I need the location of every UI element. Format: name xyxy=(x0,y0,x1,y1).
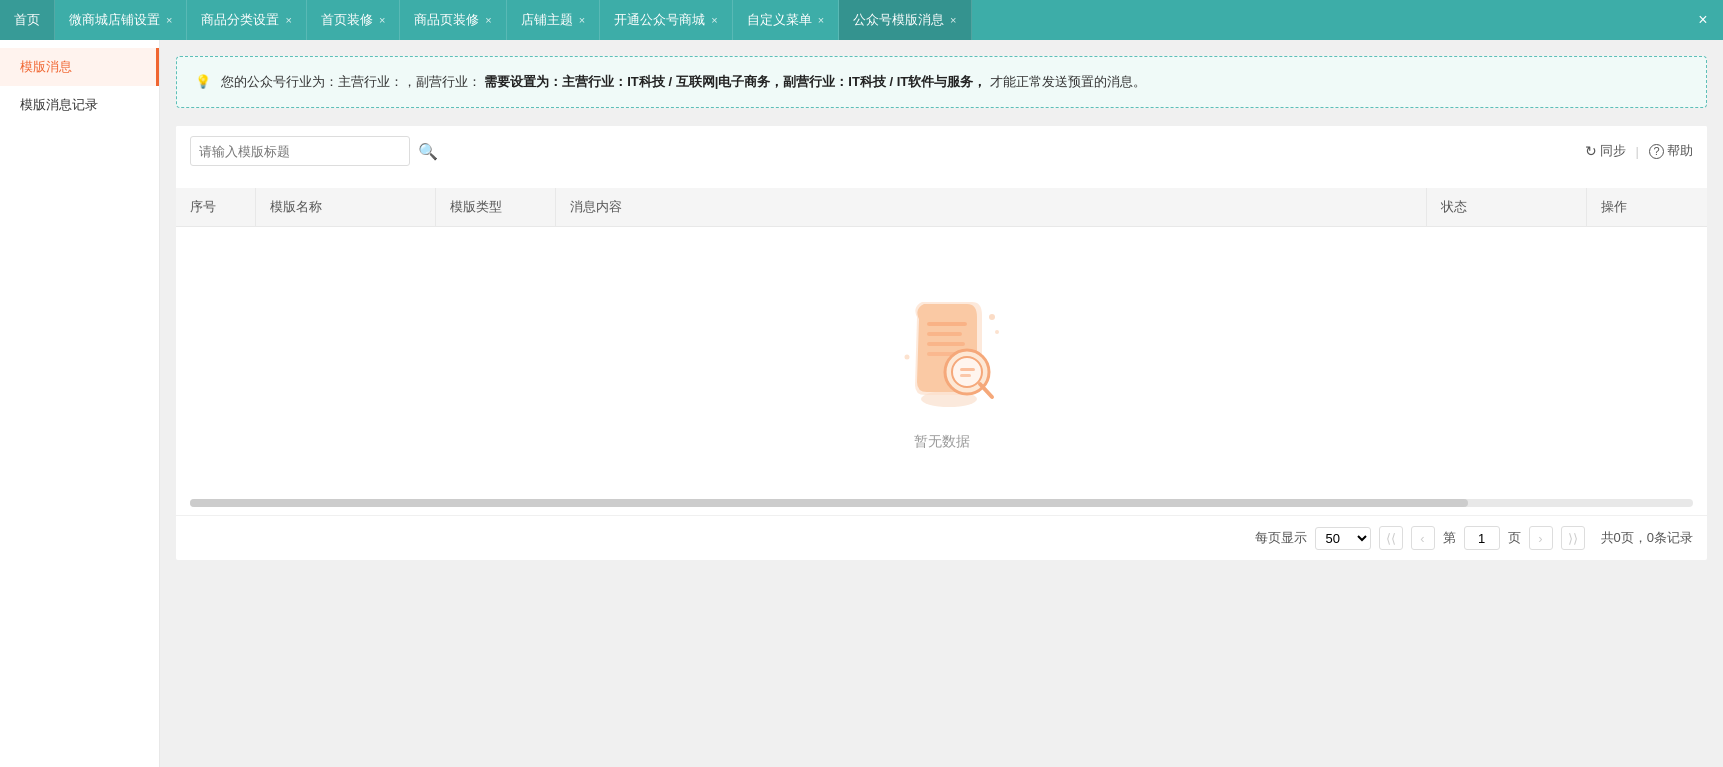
search-right: ↻ 同步 | ? 帮助 xyxy=(1585,142,1693,160)
close-icon[interactable]: × xyxy=(818,14,824,26)
nav-tab-openstore-label: 开通公众号商城 xyxy=(614,11,705,29)
alert-icon: 💡 xyxy=(195,74,211,89)
sync-icon: ↻ xyxy=(1585,143,1597,159)
nav-tab-productpage[interactable]: 商品页装修 × xyxy=(400,0,506,40)
close-icon[interactable]: × xyxy=(711,14,717,26)
svg-rect-2 xyxy=(927,332,962,336)
page-size-select[interactable]: 50 20 100 xyxy=(1315,527,1371,550)
nav-tab-weshop-label: 微商城店铺设置 xyxy=(69,11,160,29)
alert-box: 💡 您的公众号行业为：主营行业：，副营行业： 需要设置为：主营行业：IT科技 /… xyxy=(176,56,1707,108)
alert-suffix: 才能正常发送预置的消息。 xyxy=(990,74,1146,89)
nav-tab-homepage[interactable]: 首页装修 × xyxy=(307,0,400,40)
pagination: 每页显示 50 20 100 ⟨⟨ ‹ 第 页 › ⟩⟩ 共0页，0条记录 xyxy=(176,515,1707,560)
alert-prefix: 您的公众号行业为：主营行业：，副营行业： xyxy=(221,74,481,89)
close-icon[interactable]: × xyxy=(285,14,291,26)
svg-rect-3 xyxy=(927,342,965,346)
search-icon: 🔍 xyxy=(418,143,438,160)
next-page-button[interactable]: › xyxy=(1529,526,1553,550)
alert-highlight: 需要设置为：主营行业：IT科技 / 互联网|电子商务，副营行业：IT科技 / I… xyxy=(484,74,986,89)
nav-tab-category[interactable]: 商品分类设置 × xyxy=(187,0,306,40)
nav-tab-category-label: 商品分类设置 xyxy=(201,11,279,29)
per-page-label: 每页显示 xyxy=(1255,529,1307,547)
nav-tab-custommenu[interactable]: 自定义菜单 × xyxy=(733,0,839,40)
nav-tab-shoptheme[interactable]: 店铺主题 × xyxy=(507,0,600,40)
nav-tab-shoptheme-label: 店铺主题 xyxy=(521,11,573,29)
nav-tab-custommenu-label: 自定义菜单 xyxy=(747,11,812,29)
sidebar: 模版消息 模版消息记录 xyxy=(0,40,160,767)
nav-tab-templatemsg[interactable]: 公众号模版消息 × xyxy=(839,0,971,40)
close-icon[interactable]: × xyxy=(166,14,172,26)
nav-tab-openstore[interactable]: 开通公众号商城 × xyxy=(600,0,732,40)
empty-illustration xyxy=(877,287,1007,417)
svg-point-10 xyxy=(989,314,995,320)
top-nav: 首页 微商城店铺设置 × 商品分类设置 × 首页装修 × 商品页装修 × 店铺主… xyxy=(0,0,1723,40)
vertical-divider: | xyxy=(1636,144,1639,159)
nav-tab-productpage-label: 商品页装修 xyxy=(414,11,479,29)
scrollbar-track[interactable] xyxy=(190,499,1693,507)
sidebar-item-template-record[interactable]: 模版消息记录 xyxy=(0,86,159,124)
svg-point-6 xyxy=(952,357,982,387)
nav-tab-weshop[interactable]: 微商城店铺设置 × xyxy=(55,0,187,40)
svg-point-11 xyxy=(995,330,999,334)
per-page-dropdown[interactable]: 50 20 100 xyxy=(1315,527,1371,550)
main-layout: 模版消息 模版消息记录 💡 您的公众号行业为：主营行业：，副营行业： 需要设置为… xyxy=(0,40,1723,767)
sidebar-item-template-msg-label: 模版消息 xyxy=(20,59,72,74)
sync-label: 同步 xyxy=(1600,142,1626,160)
scrollbar-thumb[interactable] xyxy=(190,499,1468,507)
nav-tab-templatemsg-label: 公众号模版消息 xyxy=(853,11,944,29)
nav-tab-homepage-label: 首页装修 xyxy=(321,11,373,29)
search-left: 🔍 xyxy=(190,136,438,166)
first-page-button[interactable]: ⟨⟨ xyxy=(1379,526,1403,550)
search-input[interactable] xyxy=(190,136,410,166)
help-label: 帮助 xyxy=(1667,142,1693,160)
sync-button[interactable]: ↻ 同步 xyxy=(1585,142,1626,160)
nav-close-all-button[interactable]: × xyxy=(1683,0,1723,40)
help-icon: ? xyxy=(1649,144,1664,159)
sidebar-item-template-record-label: 模版消息记录 xyxy=(20,97,98,112)
empty-state: 暂无数据 xyxy=(176,227,1707,491)
table-header: 序号 模版名称 模版类型 消息内容 状态 操作 xyxy=(176,188,1707,227)
th-index: 序号 xyxy=(176,188,256,226)
nav-tab-home[interactable]: 首页 xyxy=(0,0,55,40)
th-action: 操作 xyxy=(1587,188,1707,226)
search-button[interactable]: 🔍 xyxy=(418,142,438,161)
svg-point-12 xyxy=(904,355,909,360)
svg-line-7 xyxy=(980,384,992,397)
svg-rect-8 xyxy=(960,368,975,371)
last-page-button[interactable]: ⟩⟩ xyxy=(1561,526,1585,550)
content-area: 💡 您的公众号行业为：主营行业：，副营行业： 需要设置为：主营行业：IT科技 /… xyxy=(160,40,1723,767)
close-icon[interactable]: × xyxy=(950,14,956,26)
page-label-before: 第 xyxy=(1443,529,1456,547)
prev-page-button[interactable]: ‹ xyxy=(1411,526,1435,550)
page-number-input[interactable] xyxy=(1464,526,1500,550)
th-content: 消息内容 xyxy=(556,188,1427,226)
empty-text: 暂无数据 xyxy=(914,433,970,451)
nav-tab-home-label: 首页 xyxy=(14,11,40,29)
page-label-after: 页 xyxy=(1508,529,1521,547)
close-icon[interactable]: × xyxy=(579,14,585,26)
close-icon[interactable]: × xyxy=(485,14,491,26)
sidebar-item-template-msg[interactable]: 模版消息 xyxy=(0,48,159,86)
scrollbar-area xyxy=(176,499,1707,507)
search-area: 🔍 ↻ 同步 | ? 帮助 xyxy=(176,126,1707,176)
th-status: 状态 xyxy=(1427,188,1587,226)
th-type: 模版类型 xyxy=(436,188,556,226)
pagination-summary: 共0页，0条记录 xyxy=(1601,529,1693,547)
svg-rect-1 xyxy=(927,322,967,326)
th-name: 模版名称 xyxy=(256,188,436,226)
help-button[interactable]: ? 帮助 xyxy=(1649,142,1693,160)
svg-rect-9 xyxy=(960,374,971,377)
close-icon[interactable]: × xyxy=(379,14,385,26)
